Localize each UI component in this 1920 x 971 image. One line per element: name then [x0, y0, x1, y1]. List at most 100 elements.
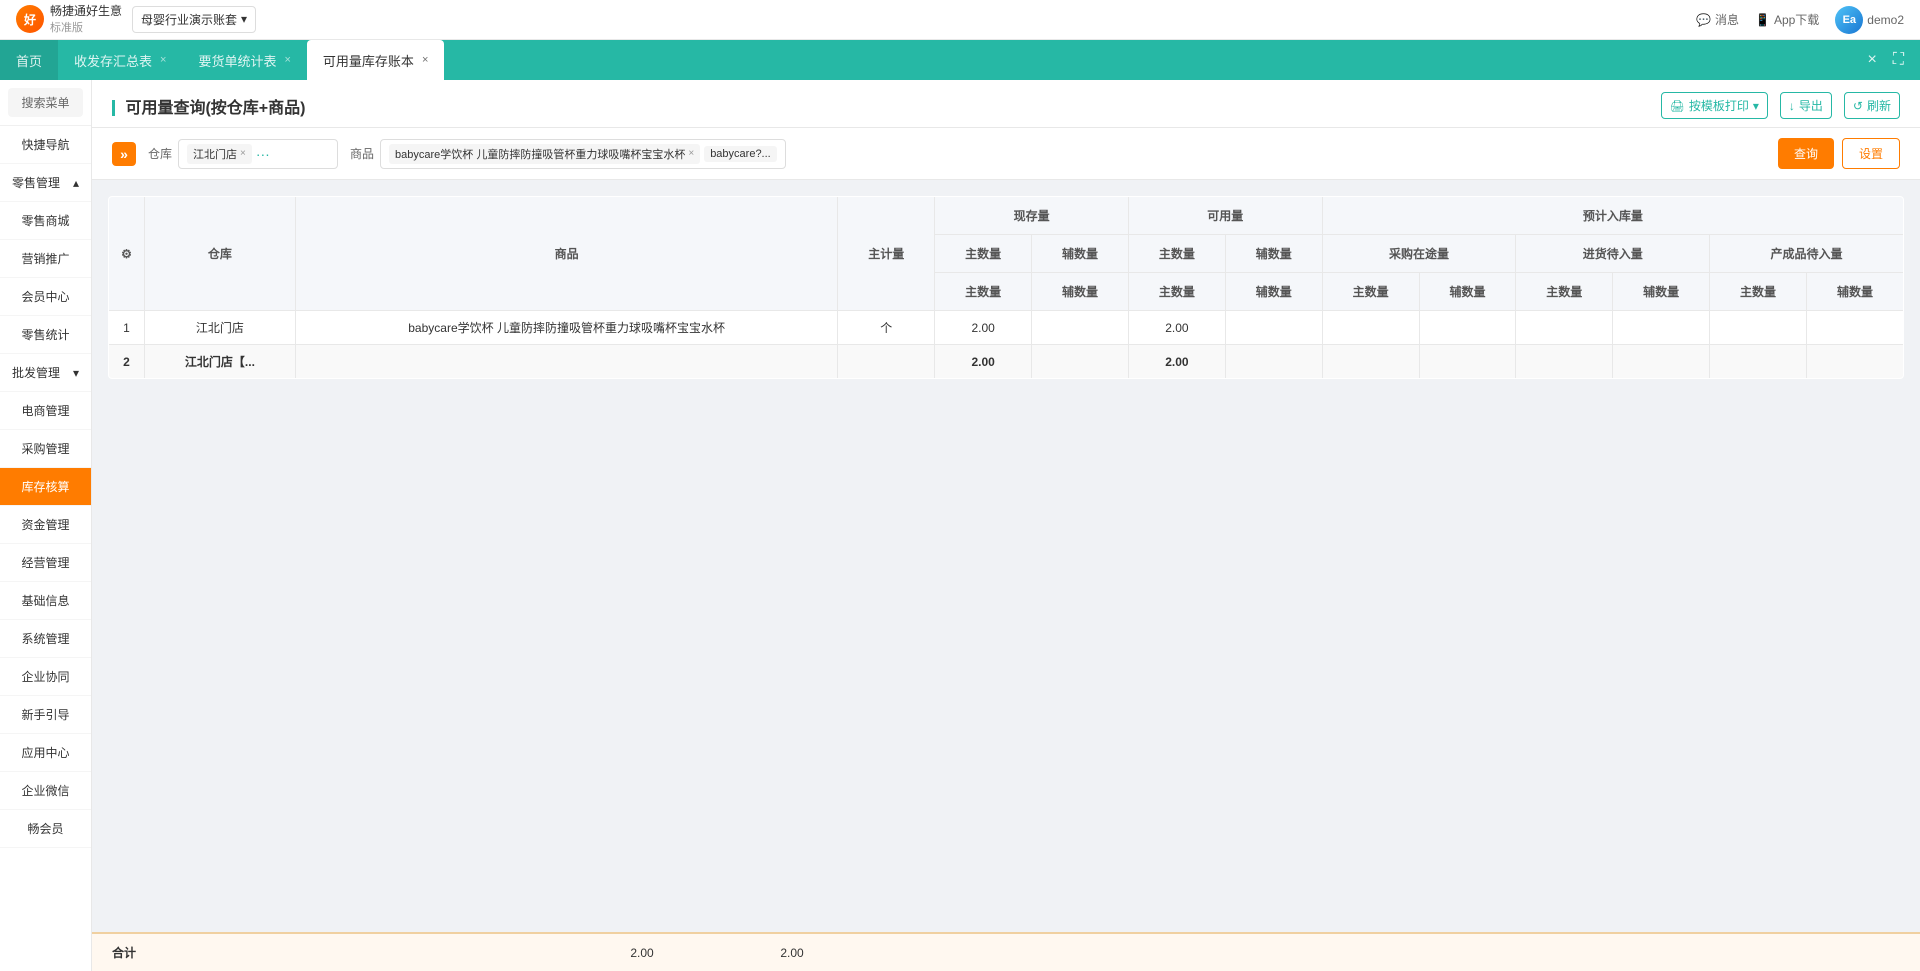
- sidebar-item-enterprise-collab[interactable]: 企业协同: [0, 658, 91, 696]
- product-tag-1: babycare学饮杯 儿童防摔防撞吸管杯重力球吸嘴杯宝宝水杯 ×: [389, 144, 700, 164]
- footer-spacer: 2.00: [612, 946, 672, 960]
- page-title: 可用量查询(按仓库+商品): [112, 94, 305, 118]
- tab-receipts-close[interactable]: ×: [160, 54, 166, 66]
- th-ip-aux: 辅数量: [1613, 273, 1710, 311]
- sidebar-item-enterprise-wechat-label: 企业微信: [21, 784, 69, 798]
- sidebar-item-finance-mgmt[interactable]: 资金管理: [0, 506, 91, 544]
- app-download-action[interactable]: 📱 App下载: [1755, 11, 1819, 28]
- row1-pp-main: [1710, 311, 1807, 345]
- sidebar-item-retail-stats[interactable]: 零售统计: [0, 316, 91, 354]
- row2-current-aux: [1032, 345, 1129, 379]
- th-unit: 主计量: [838, 197, 935, 311]
- search-menu-button[interactable]: 搜索菜单: [8, 88, 83, 117]
- sidebar-item-wholesale-mgmt[interactable]: 批发管理 ▾: [0, 354, 91, 392]
- row2-no: 2: [109, 345, 145, 379]
- th-current-aux: 辅数量: [1032, 235, 1129, 273]
- industry-select-label: 母婴行业演示账套: [141, 11, 237, 28]
- tab-fullscreen[interactable]: ⛶: [1889, 49, 1908, 71]
- sidebar-item-purchase-mgmt[interactable]: 采购管理: [0, 430, 91, 468]
- logo-text-area: 畅捷通好生意 标准版: [50, 4, 122, 34]
- print-label: 按模板打印: [1689, 97, 1749, 114]
- th-pt-aux: 辅数量: [1419, 273, 1516, 311]
- page-actions: 🖨 按模板打印 ▾ ↓ 导出 ↺ 刷新: [1661, 92, 1900, 119]
- avatar: Ea: [1835, 6, 1863, 34]
- sidebar-item-retail-mgmt[interactable]: 零售管理 ▴: [0, 164, 91, 202]
- sidebar-item-basic-info[interactable]: 基础信息: [0, 582, 91, 620]
- warehouse-tag-label: 江北门店: [193, 146, 237, 162]
- user-action[interactable]: Ea demo2: [1835, 6, 1904, 34]
- message-icon: 💬: [1696, 13, 1711, 27]
- sidebar-item-ecommerce-mgmt[interactable]: 电商管理: [0, 392, 91, 430]
- settings-icon[interactable]: ⚙: [121, 247, 132, 261]
- export-label: 导出: [1799, 97, 1823, 114]
- message-action[interactable]: 💬 消息: [1696, 11, 1739, 28]
- sidebar-item-ecommerce-mgmt-label: 电商管理: [21, 404, 69, 418]
- th-planned-in: 预计入库量: [1322, 197, 1903, 235]
- th-inbound-pending: 进货待入量: [1516, 235, 1710, 273]
- sidebar-item-retail-mall[interactable]: 零售商城: [0, 202, 91, 240]
- sidebar-item-system-mgmt[interactable]: 系统管理: [0, 620, 91, 658]
- query-button[interactable]: 查询: [1778, 138, 1834, 169]
- filter-more-dots[interactable]: ···: [256, 146, 270, 162]
- export-button[interactable]: ↓ 导出: [1780, 92, 1832, 119]
- tab-orders[interactable]: 要货单统计表 ×: [182, 40, 306, 80]
- warehouse-filter-input[interactable]: 江北门店 × ···: [178, 139, 338, 169]
- th-pp-aux: 辅数量: [1806, 273, 1903, 311]
- product-tag-2-label: babycare?...: [710, 148, 771, 160]
- tab-close-all[interactable]: ×: [1863, 49, 1880, 71]
- sidebar-search[interactable]: 搜索菜单: [0, 80, 91, 126]
- footer-label: 合计: [112, 944, 612, 961]
- product-filter-label: 商品: [350, 145, 374, 162]
- product-filter-input[interactable]: babycare学饮杯 儿童防摔防撞吸管杯重力球吸嘴杯宝宝水杯 × babyca…: [380, 139, 786, 169]
- filter-bar: » 仓库 江北门店 × ··· 商品 babycare学饮杯 儿童防摔防撞吸管杯…: [92, 128, 1920, 180]
- row2-avail-aux: [1225, 345, 1322, 379]
- app-icon: 📱: [1755, 13, 1770, 27]
- tab-inventory[interactable]: 可用量库存账本 ×: [307, 40, 444, 80]
- warehouse-tag-close[interactable]: ×: [240, 148, 246, 159]
- row2-pt-aux: [1419, 345, 1516, 379]
- sidebar-item-marketing[interactable]: 营销推广: [0, 240, 91, 278]
- sidebar-item-new-guide[interactable]: 新手引导: [0, 696, 91, 734]
- tab-orders-close[interactable]: ×: [284, 54, 290, 66]
- row2-avail-main: 2.00: [1128, 345, 1225, 379]
- row2-pp-aux: [1806, 345, 1903, 379]
- tab-orders-label: 要货单统计表: [198, 51, 276, 70]
- warehouse-tag: 江北门店 ×: [187, 144, 252, 164]
- table-row: 2 江北门店【... 2.00 2.00: [109, 345, 1904, 379]
- row2-pp-main: [1710, 345, 1807, 379]
- chevron-down-icon: ▾: [241, 12, 247, 26]
- tab-home[interactable]: 首页: [0, 40, 58, 80]
- warehouse-filter-group: 仓库 江北门店 × ···: [148, 139, 338, 169]
- setting-button[interactable]: 设置: [1842, 138, 1900, 169]
- th-settings[interactable]: ⚙: [109, 197, 145, 311]
- row1-avail-aux: [1225, 311, 1322, 345]
- sidebar-item-operations-mgmt[interactable]: 经营管理: [0, 544, 91, 582]
- sidebar-item-inventory-check[interactable]: 库存核算: [0, 468, 91, 506]
- sidebar-item-app-center[interactable]: 应用中心: [0, 734, 91, 772]
- refresh-button[interactable]: ↺ 刷新: [1844, 92, 1900, 119]
- sidebar-item-quick-nav[interactable]: 快捷导航: [0, 126, 91, 164]
- row2-current-main: 2.00: [935, 345, 1032, 379]
- sidebar-item-enterprise-wechat[interactable]: 企业微信: [0, 772, 91, 810]
- row2-pt-main: [1322, 345, 1419, 379]
- sidebar-item-marketing-label: 营销推广: [21, 252, 69, 266]
- sidebar-item-member[interactable]: 畅会员: [0, 810, 91, 848]
- content-area: 可用量查询(按仓库+商品) 🖨 按模板打印 ▾ ↓ 导出 ↺ 刷新: [92, 80, 1920, 971]
- row1-ip-aux: [1613, 311, 1710, 345]
- print-button[interactable]: 🖨 按模板打印 ▾: [1661, 92, 1768, 119]
- row1-pp-aux: [1806, 311, 1903, 345]
- row1-current-aux: [1032, 311, 1129, 345]
- tab-receipts[interactable]: 收发存汇总表 ×: [58, 40, 182, 80]
- expand-button[interactable]: »: [112, 142, 136, 166]
- tab-controls: × ⛶: [1863, 49, 1920, 71]
- top-bar: 好 畅捷通好生意 标准版 母婴行业演示账套 ▾ 💬 消息 📱 App下载 Ea …: [0, 0, 1920, 40]
- tab-receipts-label: 收发存汇总表: [74, 51, 152, 70]
- tab-inventory-close[interactable]: ×: [422, 54, 428, 66]
- industry-select[interactable]: 母婴行业演示账套 ▾: [132, 6, 256, 33]
- table-container: ⚙ 仓库 商品 主计量 现存量 可用量 预计入库量 主数量 辅数量 主数量 辅数…: [92, 180, 1920, 932]
- row2-ip-main: [1516, 345, 1613, 379]
- sidebar-item-member-center[interactable]: 会员中心: [0, 278, 91, 316]
- page-title-text: 可用量查询(按仓库+商品): [125, 100, 305, 117]
- tab-home-label: 首页: [16, 51, 42, 70]
- product-tag-1-close[interactable]: ×: [688, 148, 694, 159]
